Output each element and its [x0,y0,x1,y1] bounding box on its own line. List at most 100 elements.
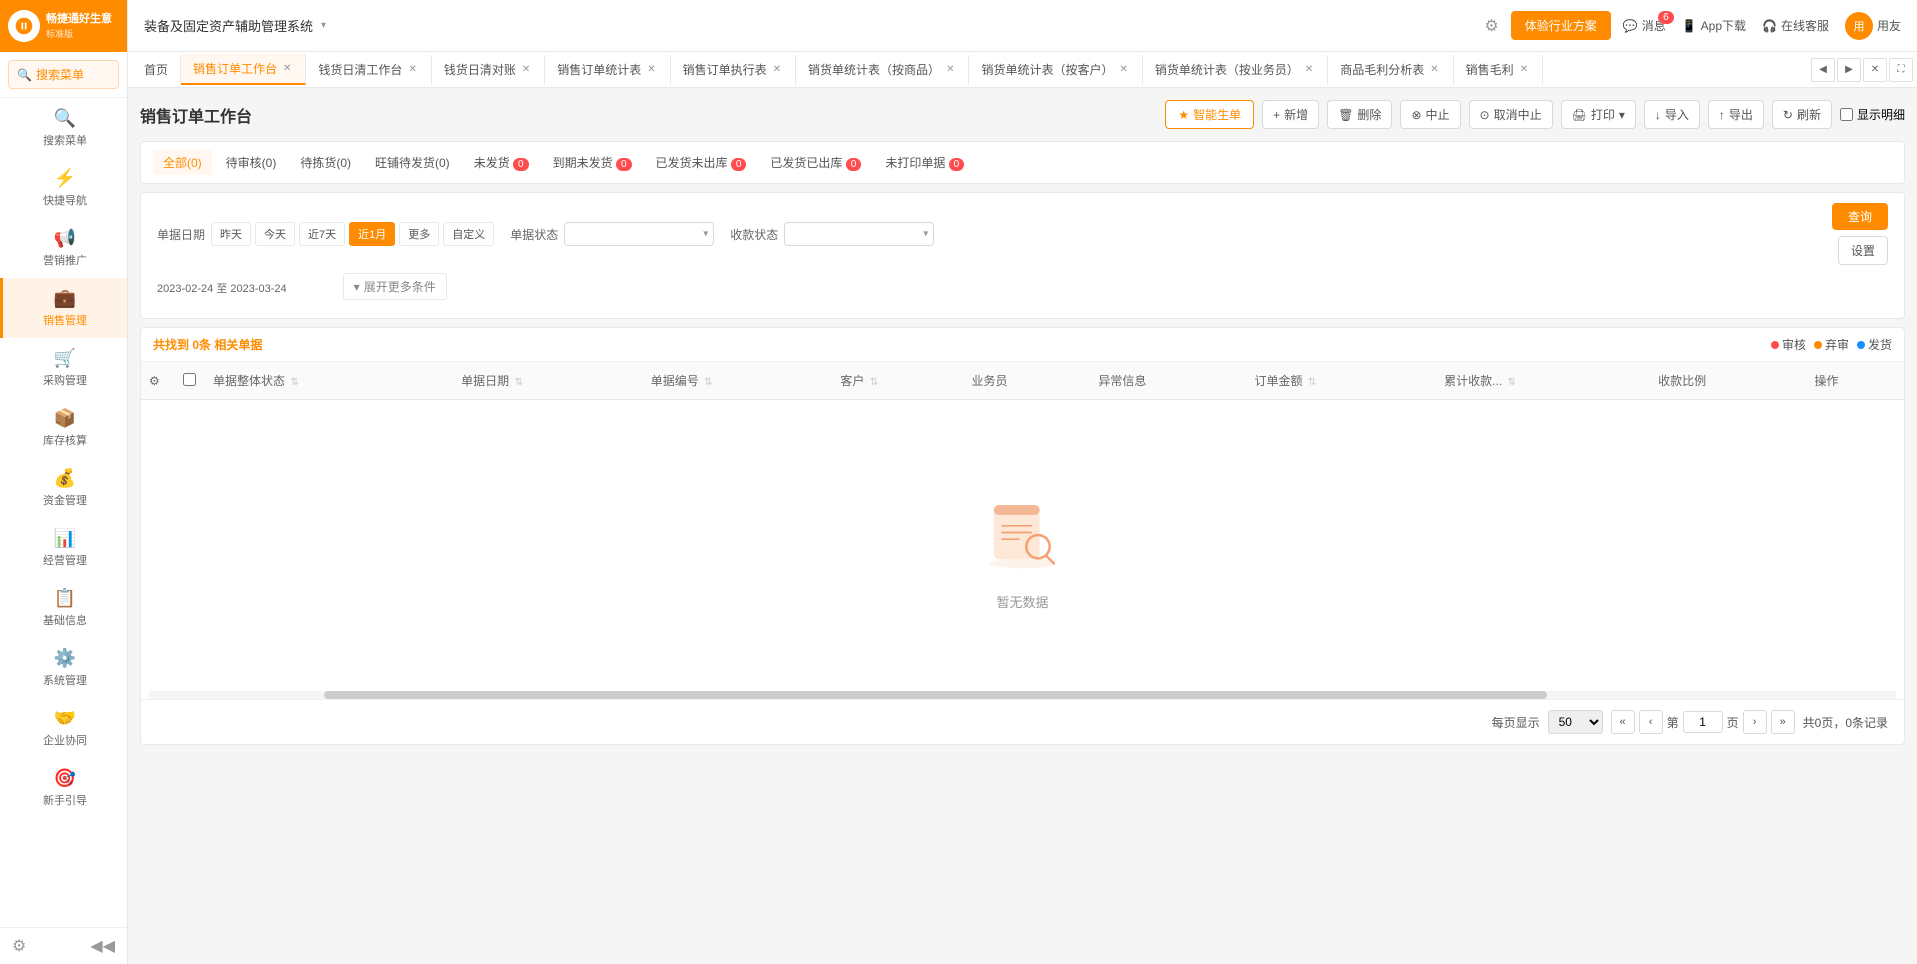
sidebar-item-guide[interactable]: 🎯新手引导 [0,758,127,818]
tab-close-sales-workbench[interactable]: ✕ [281,62,293,75]
tabs-prev-btn[interactable]: ◀ [1811,58,1835,82]
tab-close-sales-stats[interactable]: ✕ [645,63,657,76]
trial-button[interactable]: 体验行业方案 [1511,11,1611,40]
collapse-icon[interactable]: ◀◀ [90,936,115,956]
th-status: 单据整体状态 ⇅ [205,362,453,400]
sidebar-item-label: 库存核算 [43,432,87,448]
tab-close-sales-exec[interactable]: ✕ [771,63,783,76]
header-settings-icon[interactable]: ⚙ [1484,16,1498,36]
tab-goods-stats-customer[interactable]: 销货单统计表（按客户） ✕ [969,55,1142,84]
page-last-btn[interactable]: » [1771,710,1795,734]
th-number: 单据编号 ⇅ [643,362,833,400]
settings-icon[interactable]: ⚙ [12,936,26,956]
sub-tab-wang-pending[interactable]: 旺铺待发货(0) [365,150,460,175]
tab-close-goods-margin[interactable]: ✕ [1428,63,1440,76]
tab-close-goods-customer[interactable]: ✕ [1117,63,1129,76]
sidebar-item-enterprise[interactable]: 🤝企业协同 [0,698,127,758]
sub-tab-pending-pick[interactable]: 待拣货(0) [290,150,361,175]
sub-tab-shipped-not-out[interactable]: 已发货未出库 0 [646,150,757,175]
filter-row-1: 单据日期 昨天 今天 近7天 近1月 更多 自定义 单据状态 [157,203,1888,265]
tab-close-goods-staff[interactable]: ✕ [1303,63,1315,76]
sidebar-item-operations[interactable]: 📊经营管理 [0,518,127,578]
sidebar-item-quick-nav[interactable]: ⚡快捷导航 [0,158,127,218]
tabs-navigation: ◀ ▶ ✕ ⛶ [1811,58,1913,82]
page-first-btn[interactable]: « [1611,710,1635,734]
cancel-review-action-btn[interactable]: 弃审 [1814,336,1849,353]
add-button[interactable]: + 新增 [1262,100,1319,129]
expand-conditions-btn[interactable]: ▾ 展开更多条件 [343,273,447,300]
payment-select[interactable] [784,222,934,246]
tab-close-cash-daily[interactable]: ✕ [406,63,418,76]
detail-checkbox-input[interactable] [1840,108,1853,121]
tab-close-sales-profit[interactable]: ✕ [1518,63,1530,76]
tab-goods-margin[interactable]: 商品毛利分析表 ✕ [1328,55,1453,84]
sidebar-item-inventory[interactable]: 📦库存核算 [0,398,127,458]
tab-sales-exec[interactable]: 销售订单执行表 ✕ [671,55,796,84]
smart-create-button[interactable]: ★ 智能生单 [1165,100,1254,129]
date-more-btn[interactable]: 更多 [399,222,439,246]
sub-tabs: 全部(0) 待审核(0) 待拣货(0) 旺铺待发货(0) 未发货 0 到期未发货… [140,141,1905,184]
date-yesterday-btn[interactable]: 昨天 [211,222,251,246]
tabs-next-btn[interactable]: ▶ [1837,58,1861,82]
tab-goods-stats-staff[interactable]: 销货单统计表（按业务员） ✕ [1143,55,1328,84]
export-button[interactable]: ↑ 导出 [1708,100,1764,129]
select-all-checkbox[interactable] [183,373,196,386]
system-title-dropdown[interactable]: ▾ [321,20,326,31]
sidebar-item-label: 搜索菜单 [43,132,87,148]
cancel-stop-button[interactable]: ⊙ 取消中止 [1469,100,1553,129]
sidebar-item-marketing[interactable]: 📢营销推广 [0,218,127,278]
per-page-select[interactable]: 10 20 50 100 [1548,710,1603,734]
print-button[interactable]: 🖨 打印 ▾ [1561,100,1636,129]
sidebar-item-finance[interactable]: 💰资金管理 [0,458,127,518]
review-action-btn[interactable]: 审核 [1771,336,1806,353]
date-7days-btn[interactable]: 近7天 [299,222,345,246]
date-custom-btn[interactable]: 自定义 [443,222,494,246]
tab-home[interactable]: 首页 [132,55,181,84]
tab-close-cash-reconcile[interactable]: ✕ [520,63,532,76]
th-settings[interactable]: ⚙ [141,362,173,400]
app-download-btn[interactable]: 📱 App下载 [1682,17,1746,34]
sub-tab-expired-not-shipped[interactable]: 到期未发货 0 [543,150,642,175]
delete-button[interactable]: 🗑 删除 [1327,100,1392,129]
sidebar: 畅捷通好生意 标准版 🔍 搜索菜单 🔍搜索菜单⚡快捷导航📢营销推广💼销售管理🛒采… [0,0,128,964]
sub-tab-not-printed[interactable]: 未打印单据 0 [875,150,974,175]
tab-sales-workbench[interactable]: 销售订单工作台 ✕ [181,54,306,85]
setting-button[interactable]: 设置 [1838,236,1888,265]
user-btn[interactable]: 用 用友 [1845,12,1901,40]
sidebar-item-sales[interactable]: 💼销售管理 [0,278,127,338]
tab-goods-stats-product[interactable]: 销货单统计表（按商品） ✕ [796,55,969,84]
tabs-maximize-btn[interactable]: ⛶ [1889,58,1913,82]
tab-close-goods-product[interactable]: ✕ [944,63,956,76]
tab-sales-stats[interactable]: 销售订单统计表 ✕ [545,55,670,84]
stop-button[interactable]: ⊗ 中止 [1400,100,1460,129]
sidebar-item-label: 销售管理 [43,312,87,328]
tabs-close-all-btn[interactable]: ✕ [1863,58,1887,82]
sidebar-item-purchase[interactable]: 🛒采购管理 [0,338,127,398]
tab-cash-daily[interactable]: 钱货日清工作台 ✕ [306,55,431,84]
sub-tab-not-shipped[interactable]: 未发货 0 [464,150,539,175]
date-today-btn[interactable]: 今天 [255,222,295,246]
sub-tab-all[interactable]: 全部(0) [153,150,212,175]
online-service-btn[interactable]: 🎧 在线客服 [1762,17,1829,34]
page-next-btn[interactable]: › [1743,710,1767,734]
message-btn[interactable]: 💬 6 消息 [1623,17,1666,34]
page-prev-btn[interactable]: ‹ [1639,710,1663,734]
search-menu-button[interactable]: 🔍 搜索菜单 [8,60,119,89]
import-button[interactable]: ↓ 导入 [1644,100,1700,129]
query-button[interactable]: 查询 [1832,203,1888,230]
sub-tab-shipped-out[interactable]: 已发货已出库 0 [760,150,871,175]
status-select[interactable] [564,222,714,246]
date-1month-btn[interactable]: 近1月 [349,222,395,246]
tab-sales-profit[interactable]: 销售毛利 ✕ [1454,55,1543,84]
show-detail-checkbox[interactable]: 显示明细 [1840,106,1905,123]
sub-tab-pending-review[interactable]: 待审核(0) [216,150,287,175]
th-checkbox[interactable] [173,362,205,400]
ship-action-btn[interactable]: 发货 [1857,336,1892,353]
sidebar-item-base-info[interactable]: 📋基础信息 [0,578,127,638]
tab-cash-reconcile[interactable]: 钱货日清对账 ✕ [432,55,545,84]
page-number-input[interactable] [1683,711,1723,733]
sidebar-item-search[interactable]: 🔍搜索菜单 [0,98,127,158]
sidebar-item-system[interactable]: ⚙️系统管理 [0,638,127,698]
refresh-button[interactable]: ↻ 刷新 [1772,100,1832,129]
sidebar-search[interactable]: 🔍 搜索菜单 [0,52,127,98]
